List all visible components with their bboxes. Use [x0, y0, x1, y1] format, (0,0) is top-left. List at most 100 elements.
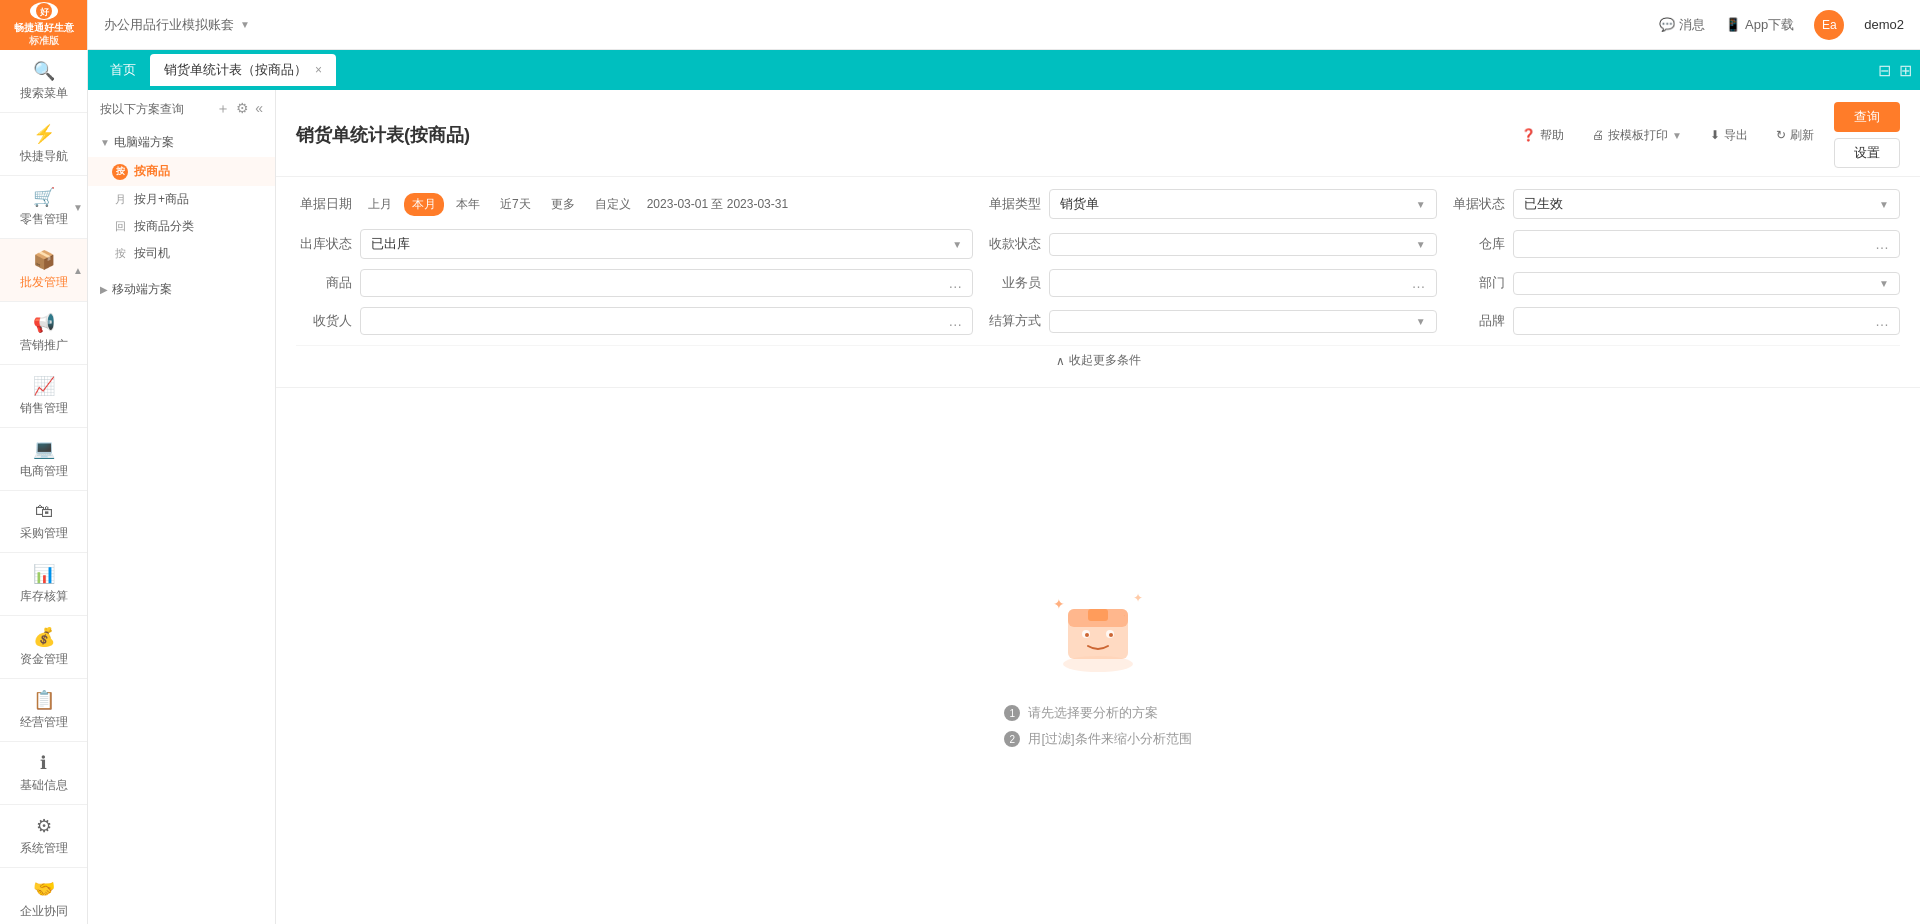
- tree-item-driver-label: 按司机: [134, 245, 170, 262]
- sidebar-item-operations[interactable]: 📋 经营管理: [0, 679, 87, 742]
- sidebar-item-system[interactable]: ⚙ 系统管理: [0, 805, 87, 868]
- product-more-icon[interactable]: …: [948, 275, 962, 291]
- sidebar-item-collab[interactable]: 🤝 企业协同: [0, 868, 87, 924]
- sidebar-item-wholesale[interactable]: 📦 批发管理 ▲: [0, 239, 87, 302]
- sidebar-label-collab: 企业协同: [20, 903, 68, 920]
- query-button[interactable]: 查询: [1834, 102, 1900, 132]
- refresh-button[interactable]: ↻ 刷新: [1768, 123, 1822, 148]
- collapse-panel-button[interactable]: «: [255, 100, 263, 118]
- help-label: 帮助: [1540, 127, 1564, 144]
- avatar[interactable]: Ea: [1814, 10, 1844, 40]
- refresh-icon: ↻: [1776, 128, 1786, 142]
- app-download-label: App下载: [1745, 16, 1794, 34]
- sidebar-item-quick-nav[interactable]: ⚡ 快捷导航: [0, 113, 87, 176]
- user-name[interactable]: demo2: [1864, 17, 1904, 32]
- tree-item-by-product-category[interactable]: 回 按商品分类: [88, 213, 275, 240]
- workspace-dropdown-arrow: ▼: [240, 19, 250, 30]
- paystatus-select[interactable]: ▼: [1049, 233, 1436, 256]
- app-logo: 好 畅捷通好生意 标准版: [0, 0, 87, 50]
- docstatus-label: 单据状态: [1449, 195, 1513, 213]
- content-area: 按以下方案查询 ＋ ⚙ « ▼ 电脑端方案 按 按商品 月 按月+: [88, 90, 1920, 924]
- workspace-selector[interactable]: 办公用品行业模拟账套 ▼: [104, 16, 250, 34]
- tab-bar: 首页 销货单统计表（按商品） × ⊟ ⊞: [88, 50, 1920, 90]
- warehouse-input[interactable]: …: [1513, 230, 1900, 258]
- receiver-more-icon[interactable]: …: [948, 313, 962, 329]
- collab-icon: 🤝: [33, 878, 55, 900]
- date-shortcut-7days[interactable]: 近7天: [492, 193, 539, 216]
- retail-arrow: ▼: [73, 202, 83, 213]
- doctype-select[interactable]: 销货单 ▼: [1049, 189, 1436, 219]
- staff-input[interactable]: …: [1049, 269, 1436, 297]
- wholesale-icon: 📦: [33, 249, 55, 271]
- staff-more-icon[interactable]: …: [1412, 275, 1426, 291]
- template-print-button[interactable]: 🖨 按模板打印 ▼: [1584, 123, 1690, 148]
- brand-label: 品牌: [1449, 312, 1513, 330]
- sales-icon: 📈: [33, 375, 55, 397]
- svg-point-8: [1085, 633, 1089, 637]
- driver-icon: 按: [112, 246, 128, 261]
- sidebar: 好 畅捷通好生意 标准版 🔍 搜索菜单 ⚡ 快捷导航 🛒 零售管理 ▼ 📦 批发…: [0, 0, 88, 924]
- filter-row-2: 出库状态 已出库 ▼ 收款状态 ▼ 仓库: [296, 229, 1900, 259]
- tip-text-2: 用[过滤]条件来缩小分析范围: [1028, 730, 1191, 748]
- empty-tip-1: 1 请先选择要分析的方案: [1004, 704, 1191, 722]
- tree-group-pc-header[interactable]: ▼ 电脑端方案: [88, 128, 275, 157]
- app-download-action[interactable]: 📱 App下载: [1725, 16, 1794, 34]
- date-shortcuts: 上月 本月 本年 近7天 更多 自定义: [360, 193, 639, 216]
- tab-minimize-button[interactable]: ⊟: [1878, 61, 1891, 80]
- tab-home[interactable]: 首页: [96, 54, 150, 86]
- message-action[interactable]: 💬 消息: [1659, 16, 1705, 34]
- warehouse-more-icon[interactable]: …: [1875, 236, 1889, 252]
- date-filter-row: 上月 本月 本年 近7天 更多 自定义 2023-03-01 至 2023-03…: [360, 193, 788, 216]
- marketing-icon: 📢: [33, 312, 55, 334]
- receiver-input[interactable]: …: [360, 307, 973, 335]
- svg-text:✦: ✦: [1133, 591, 1143, 605]
- date-shortcut-more[interactable]: 更多: [543, 193, 583, 216]
- right-panel: 销货单统计表(按商品) ❓ 帮助 🖨 按模板打印 ▼ ⬇ 导出: [276, 90, 1920, 924]
- payment-select[interactable]: ▼: [1049, 310, 1436, 333]
- tree-item-by-driver[interactable]: 按 按司机: [88, 240, 275, 267]
- add-scheme-button[interactable]: ＋: [216, 100, 230, 118]
- tree-pc-label: 电脑端方案: [114, 134, 174, 151]
- tab-active[interactable]: 销货单统计表（按商品） ×: [150, 54, 336, 86]
- tree-group-mobile-header[interactable]: ▶ 移动端方案: [88, 275, 275, 304]
- sidebar-item-sales[interactable]: 📈 销售管理: [0, 365, 87, 428]
- search-menu-icon: 🔍: [33, 60, 55, 82]
- page-title-bar: 销货单统计表(按商品) ❓ 帮助 🖨 按模板打印 ▼ ⬇ 导出: [276, 90, 1920, 177]
- inventory-icon: 📊: [33, 563, 55, 585]
- brand-input[interactable]: …: [1513, 307, 1900, 335]
- filter-row-3: 商品 … 业务员 … 部门: [296, 269, 1900, 297]
- dept-select[interactable]: ▼: [1513, 272, 1900, 295]
- export-button[interactable]: ⬇ 导出: [1702, 123, 1756, 148]
- sidebar-label-sales: 销售管理: [20, 400, 68, 417]
- filter-form: 单据日期 上月 本月 本年 近7天 更多 自定义 2023-03-01 至 20…: [276, 177, 1920, 388]
- date-shortcut-custom[interactable]: 自定义: [587, 193, 639, 216]
- svg-text:✦: ✦: [1053, 596, 1065, 612]
- tree-item-by-month-product[interactable]: 月 按月+商品: [88, 186, 275, 213]
- sidebar-label-purchase: 采购管理: [20, 525, 68, 542]
- payment-arrow: ▼: [1416, 316, 1426, 327]
- collapse-bar[interactable]: ∧ 收起更多条件: [296, 345, 1900, 375]
- tree-item-by-product[interactable]: 按 按商品: [88, 157, 275, 186]
- settings-scheme-button[interactable]: ⚙: [236, 100, 249, 118]
- tree-item-by-product-label: 按商品: [134, 163, 170, 180]
- sidebar-item-basic-info[interactable]: ℹ 基础信息: [0, 742, 87, 805]
- sidebar-item-finance[interactable]: 💰 资金管理: [0, 616, 87, 679]
- tab-close-icon[interactable]: ×: [315, 64, 322, 76]
- date-shortcut-this-month[interactable]: 本月: [404, 193, 444, 216]
- settings-button[interactable]: 设置: [1834, 138, 1900, 168]
- sidebar-item-marketing[interactable]: 📢 营销推广: [0, 302, 87, 365]
- product-input[interactable]: …: [360, 269, 973, 297]
- tab-maximize-button[interactable]: ⊞: [1899, 61, 1912, 80]
- docstatus-select[interactable]: 已生效 ▼: [1513, 189, 1900, 219]
- sidebar-item-retail[interactable]: 🛒 零售管理 ▼: [0, 176, 87, 239]
- sidebar-item-ecommerce[interactable]: 💻 电商管理: [0, 428, 87, 491]
- brand-more-icon[interactable]: …: [1875, 313, 1889, 329]
- sidebar-item-inventory[interactable]: 📊 库存核算: [0, 553, 87, 616]
- date-shortcut-last-month[interactable]: 上月: [360, 193, 400, 216]
- date-shortcut-this-year[interactable]: 本年: [448, 193, 488, 216]
- help-button[interactable]: ❓ 帮助: [1513, 123, 1572, 148]
- sidebar-item-purchase[interactable]: 🛍 采购管理: [0, 491, 87, 553]
- export-icon: ⬇: [1710, 128, 1720, 142]
- outstatus-select[interactable]: 已出库 ▼: [360, 229, 973, 259]
- sidebar-item-search-menu[interactable]: 🔍 搜索菜单: [0, 50, 87, 113]
